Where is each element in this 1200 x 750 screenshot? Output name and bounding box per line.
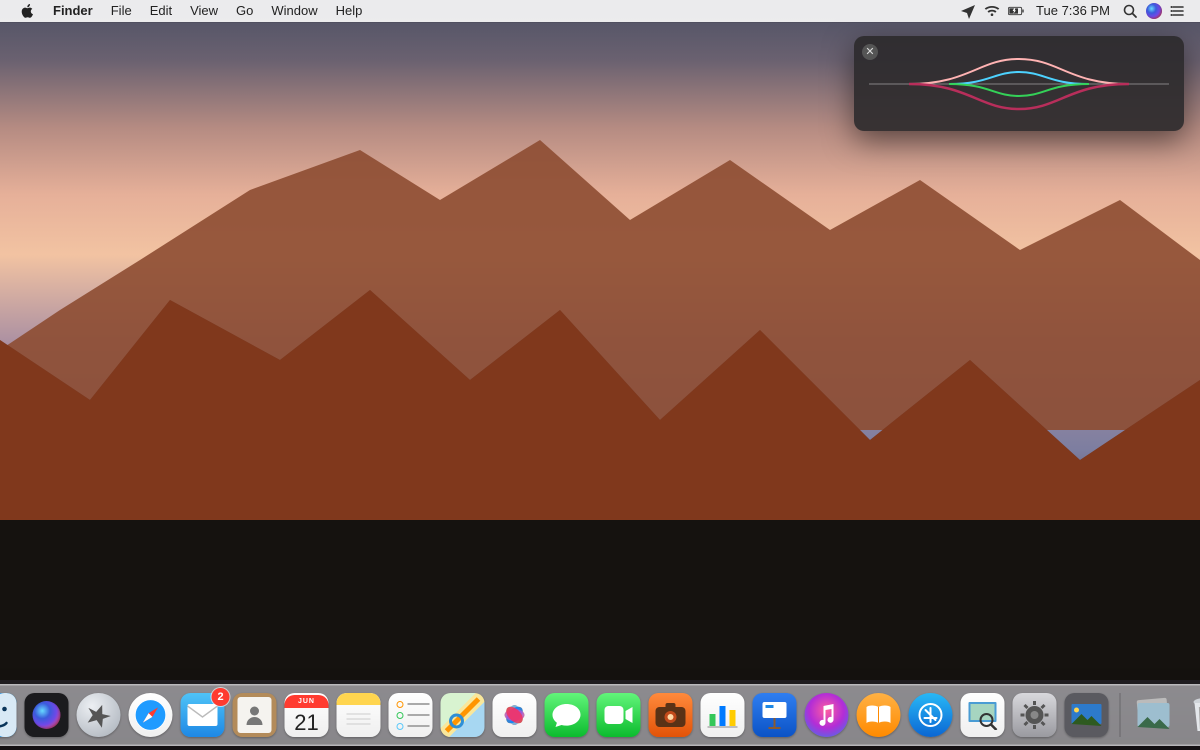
menu-view[interactable]: View: [181, 0, 227, 22]
dock-siri[interactable]: [24, 692, 70, 738]
dock-desktop-folder[interactable]: [1131, 692, 1177, 738]
menu-window[interactable]: Window: [262, 0, 326, 22]
dock-preview[interactable]: [960, 692, 1006, 738]
apple-menu[interactable]: [12, 4, 44, 18]
calendar-month: JUN: [285, 695, 329, 708]
dock-ibooks[interactable]: [856, 692, 902, 738]
dock-itunes[interactable]: [804, 692, 850, 738]
dock-reminders[interactable]: [388, 692, 434, 738]
dock: 2 JUN 21: [0, 684, 1200, 746]
siri-menubar-icon[interactable]: [1142, 0, 1166, 22]
dock-mail[interactable]: 2: [180, 692, 226, 738]
clock[interactable]: Tue 7:36 PM: [1028, 0, 1118, 22]
siri-panel[interactable]: ✕: [854, 36, 1184, 131]
close-icon[interactable]: ✕: [862, 44, 878, 60]
dock-launchpad[interactable]: [76, 692, 122, 738]
dock-calendar[interactable]: JUN 21: [284, 692, 330, 738]
menubar: Finder File Edit View Go Window Help Tue…: [0, 0, 1200, 22]
menu-go[interactable]: Go: [227, 0, 262, 22]
dock-trash[interactable]: [1183, 692, 1200, 738]
menu-help[interactable]: Help: [327, 0, 372, 22]
badge-count: 2: [212, 688, 230, 706]
dock-finder[interactable]: [0, 692, 18, 738]
notification-center-icon[interactable]: [1166, 0, 1190, 22]
dock-safari[interactable]: [128, 692, 174, 738]
dock-notes[interactable]: [336, 692, 382, 738]
dock-numbers[interactable]: [700, 692, 746, 738]
dock-messages[interactable]: [544, 692, 590, 738]
wifi-icon[interactable]: [980, 0, 1004, 22]
dock-contacts[interactable]: [232, 692, 278, 738]
dock-maps[interactable]: [440, 692, 486, 738]
menu-file[interactable]: File: [102, 0, 141, 22]
dock-sysprefs[interactable]: [1012, 692, 1058, 738]
spotlight-icon[interactable]: [1118, 0, 1142, 22]
dock-appstore[interactable]: [908, 692, 954, 738]
menu-edit[interactable]: Edit: [141, 0, 181, 22]
wallpaper-foreground-layer: [0, 260, 1200, 680]
app-menu[interactable]: Finder: [44, 0, 102, 22]
calendar-day: 21: [294, 710, 318, 736]
location-icon[interactable]: [956, 0, 980, 22]
dock-keynote[interactable]: [752, 692, 798, 738]
dock-photobooth[interactable]: [648, 692, 694, 738]
dock-facetime[interactable]: [596, 692, 642, 738]
dock-divider: [1120, 693, 1121, 737]
dock-quicktime[interactable]: [1064, 692, 1110, 738]
battery-charging-icon[interactable]: [1004, 0, 1028, 22]
siri-waveform: [869, 54, 1169, 114]
dock-photos[interactable]: [492, 692, 538, 738]
